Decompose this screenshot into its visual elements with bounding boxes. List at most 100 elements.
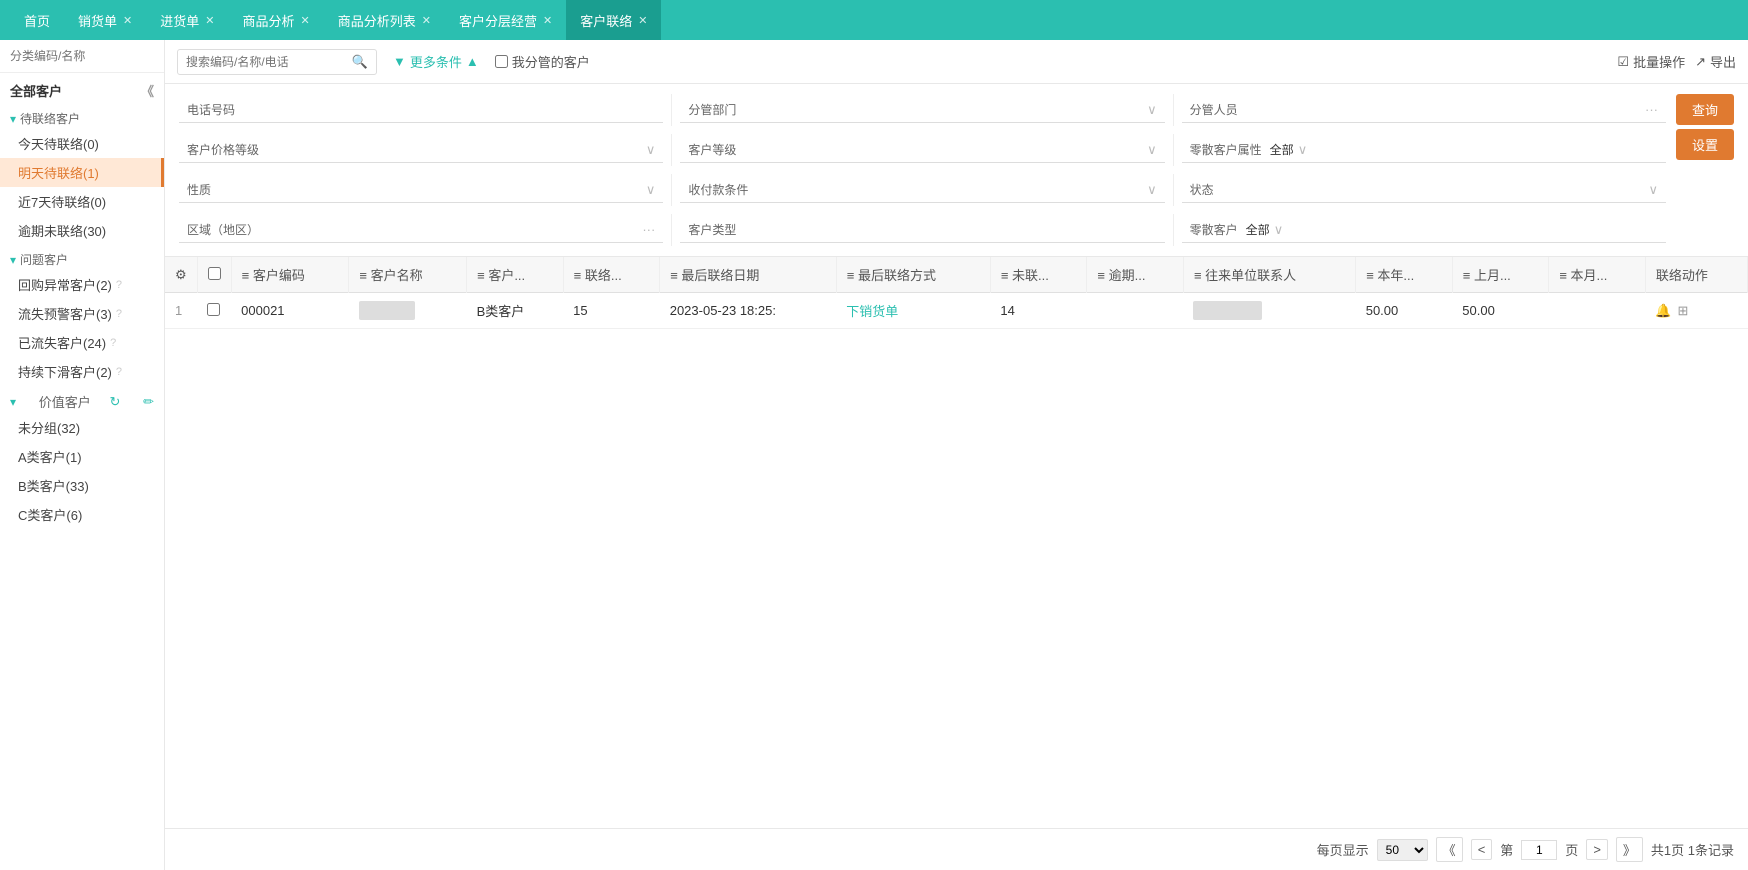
batch-operation-button[interactable]: ☑ 批量操作 — [1617, 52, 1685, 71]
settings-col-header[interactable]: ⚙ — [165, 257, 197, 293]
refresh-icon[interactable]: ↻ — [109, 394, 120, 410]
customer-level-input[interactable] — [744, 143, 1143, 157]
filter-price-level[interactable]: 客户价格等级 ∨ — [179, 137, 663, 163]
cell-customer-code: 000021 — [231, 293, 349, 329]
select-all-checkbox[interactable] — [208, 267, 221, 280]
col-customer-type: ≡ 客户... — [467, 257, 564, 293]
group-label-value-customers: 价值客户 ↻ ✏ — [0, 386, 164, 413]
sidebar-item-tomorrow-contact[interactable]: 明天待联络(1) — [0, 158, 164, 187]
filter-region: 区域（地区） ··· — [179, 217, 663, 243]
row-checkbox-cell — [197, 293, 231, 329]
page-number-input[interactable] — [1521, 840, 1557, 860]
prev-page-button[interactable]: < — [1471, 839, 1493, 860]
chevron-down-icon: ∨ — [1648, 182, 1658, 198]
total-records-label: 共1页 1条记录 — [1651, 840, 1734, 859]
settings-button[interactable]: 设置 — [1676, 129, 1734, 160]
sidebar-item-class-b[interactable]: B类客户(33) — [0, 471, 164, 500]
filter-status[interactable]: 状态 ∨ — [1182, 177, 1666, 203]
my-customers-checkbox-label[interactable]: 我分管的客户 — [495, 52, 590, 71]
nav-product-analysis-list[interactable]: 商品分析列表 ✕ — [324, 0, 445, 40]
content-area: 🔍 ▼ 更多条件 ▲ 我分管的客户 ☑ 批量操作 ↗ 导出 — [165, 40, 1748, 870]
cell-last-contact-date: 2023-05-23 18:25: — [660, 293, 837, 329]
customer-type-input[interactable] — [744, 223, 1156, 237]
nav-product-analysis[interactable]: 商品分析 ✕ — [228, 0, 323, 40]
edit-icon[interactable]: ✏ — [143, 394, 154, 410]
first-page-button[interactable]: 《 — [1436, 837, 1463, 862]
sidebar-item-churned[interactable]: 已流失客户(24) ? — [0, 328, 164, 357]
sidebar-item-abnormal-repurchase[interactable]: 回购异常客户(2) ? — [0, 270, 164, 299]
filter-phone: 电话号码 — [179, 97, 663, 123]
cell-last-contact-method: 下销货单 — [836, 293, 990, 329]
payment-terms-input[interactable] — [756, 183, 1143, 197]
sidebar-item-7days-contact[interactable]: 近7天待联络(0) — [0, 187, 164, 216]
last-page-button[interactable]: 》 — [1616, 837, 1643, 862]
nav-customer-contact[interactable]: 客户联络 ✕ — [566, 0, 661, 40]
cell-unit-contact: -- — [1183, 293, 1355, 329]
sidebar-item-class-c[interactable]: C类客户(6) — [0, 500, 164, 529]
chevron-down-icon: ∨ — [1147, 142, 1157, 158]
dept-input[interactable] — [744, 103, 1143, 117]
nav-purchase-order[interactable]: 进货单 ✕ — [146, 0, 228, 40]
last-contact-link[interactable]: 下销货单 — [846, 304, 898, 319]
close-icon[interactable]: ✕ — [638, 14, 647, 27]
search-box: 🔍 — [177, 49, 377, 75]
filter-payment-terms[interactable]: 收付款条件 ∨ — [680, 177, 1164, 203]
cell-action: 🔔 ⊞ — [1645, 293, 1747, 329]
chevron-down-icon: ∨ — [646, 182, 656, 198]
filter-retail-customer[interactable]: 零散客户 全部 ∨ — [1182, 217, 1666, 243]
data-table-container: ⚙ ≡ 客户编码 ≡ 客户名称 ≡ 客户... ≡ 联络... ≡ 最后联络日期 — [165, 257, 1748, 828]
search-icon[interactable]: 🔍 — [352, 54, 368, 70]
all-customers-header[interactable]: 全部客户 《 — [0, 73, 164, 104]
close-icon[interactable]: ✕ — [543, 14, 552, 27]
sidebar-item-today-contact[interactable]: 今天待联络(0) — [0, 129, 164, 158]
nav-home[interactable]: 首页 — [10, 0, 64, 40]
close-icon[interactable]: ✕ — [205, 14, 214, 27]
sidebar-item-ungrouped[interactable]: 未分组(32) — [0, 413, 164, 442]
filter-manager: 分管人员 ··· — [1182, 97, 1666, 123]
sidebar-item-churn-warning[interactable]: 流失预警客户(3) ? — [0, 299, 164, 328]
nav-sales-order[interactable]: 销货单 ✕ — [64, 0, 146, 40]
export-button[interactable]: ↗ 导出 — [1695, 52, 1736, 71]
sidebar-item-class-a[interactable]: A类客户(1) — [0, 442, 164, 471]
action-icon-2[interactable]: ⊞ — [1678, 303, 1689, 319]
table-row: 1 000021 Ea B类客户 15 2023-05-23 18:25: 下销… — [165, 293, 1748, 329]
search-input[interactable] — [186, 55, 348, 69]
filter-actions: 查询 设置 — [1666, 94, 1734, 160]
price-level-input[interactable] — [267, 143, 642, 157]
cell-last-month: 50.00 — [1452, 293, 1549, 329]
close-icon[interactable]: ✕ — [301, 14, 310, 27]
chevron-up-icon: ▲ — [466, 54, 479, 69]
top-navigation: 首页 销货单 ✕ 进货单 ✕ 商品分析 ✕ 商品分析列表 ✕ 客户分层经营 ✕ … — [0, 0, 1748, 40]
filter-nature[interactable]: 性质 ∨ — [179, 177, 663, 203]
more-filters-button[interactable]: ▼ 更多条件 ▲ — [387, 48, 485, 75]
row-checkbox[interactable] — [207, 303, 220, 316]
filter-row-3: 性质 ∨ 收付款条件 ∨ 状态 — [179, 174, 1666, 206]
table-footer: 每页显示 50 100 200 《 < 第 页 > 》 共1页 1条记录 — [165, 828, 1748, 870]
select-all-col-header — [197, 257, 231, 293]
collapse-icon[interactable]: 《 — [141, 81, 154, 100]
per-page-select[interactable]: 50 100 200 — [1377, 839, 1428, 861]
toolbar: 🔍 ▼ 更多条件 ▲ 我分管的客户 ☑ 批量操作 ↗ 导出 — [165, 40, 1748, 84]
nature-input[interactable] — [219, 183, 642, 197]
more-icon: ··· — [1645, 102, 1658, 117]
sidebar-search-input[interactable] — [10, 49, 165, 63]
phone-input[interactable] — [243, 103, 655, 117]
next-page-button[interactable]: > — [1586, 839, 1608, 860]
sidebar-item-declining[interactable]: 持续下滑客户(2) ? — [0, 357, 164, 386]
filter-dept[interactable]: 分管部门 ∨ — [680, 97, 1164, 123]
nav-customer-tier[interactable]: 客户分层经营 ✕ — [445, 0, 566, 40]
col-contact-count: ≡ 联络... — [563, 257, 660, 293]
status-input[interactable] — [1222, 183, 1645, 197]
manager-input[interactable] — [1246, 103, 1641, 117]
sidebar-item-overdue-contact[interactable]: 逾期未联络(30) — [0, 216, 164, 245]
help-icon: ? — [110, 337, 116, 349]
col-last-contact-method: ≡ 最后联络方式 — [836, 257, 990, 293]
action-icon-1[interactable]: 🔔 — [1655, 303, 1671, 319]
region-input[interactable] — [267, 223, 638, 237]
query-button[interactable]: 查询 — [1676, 94, 1734, 125]
filter-customer-level[interactable]: 客户等级 ∨ — [680, 137, 1164, 163]
filter-retail-attr[interactable]: 零散客户属性 全部 ∨ — [1182, 137, 1666, 163]
close-icon[interactable]: ✕ — [422, 14, 431, 27]
close-icon[interactable]: ✕ — [123, 14, 132, 27]
my-customers-checkbox[interactable] — [495, 55, 508, 68]
